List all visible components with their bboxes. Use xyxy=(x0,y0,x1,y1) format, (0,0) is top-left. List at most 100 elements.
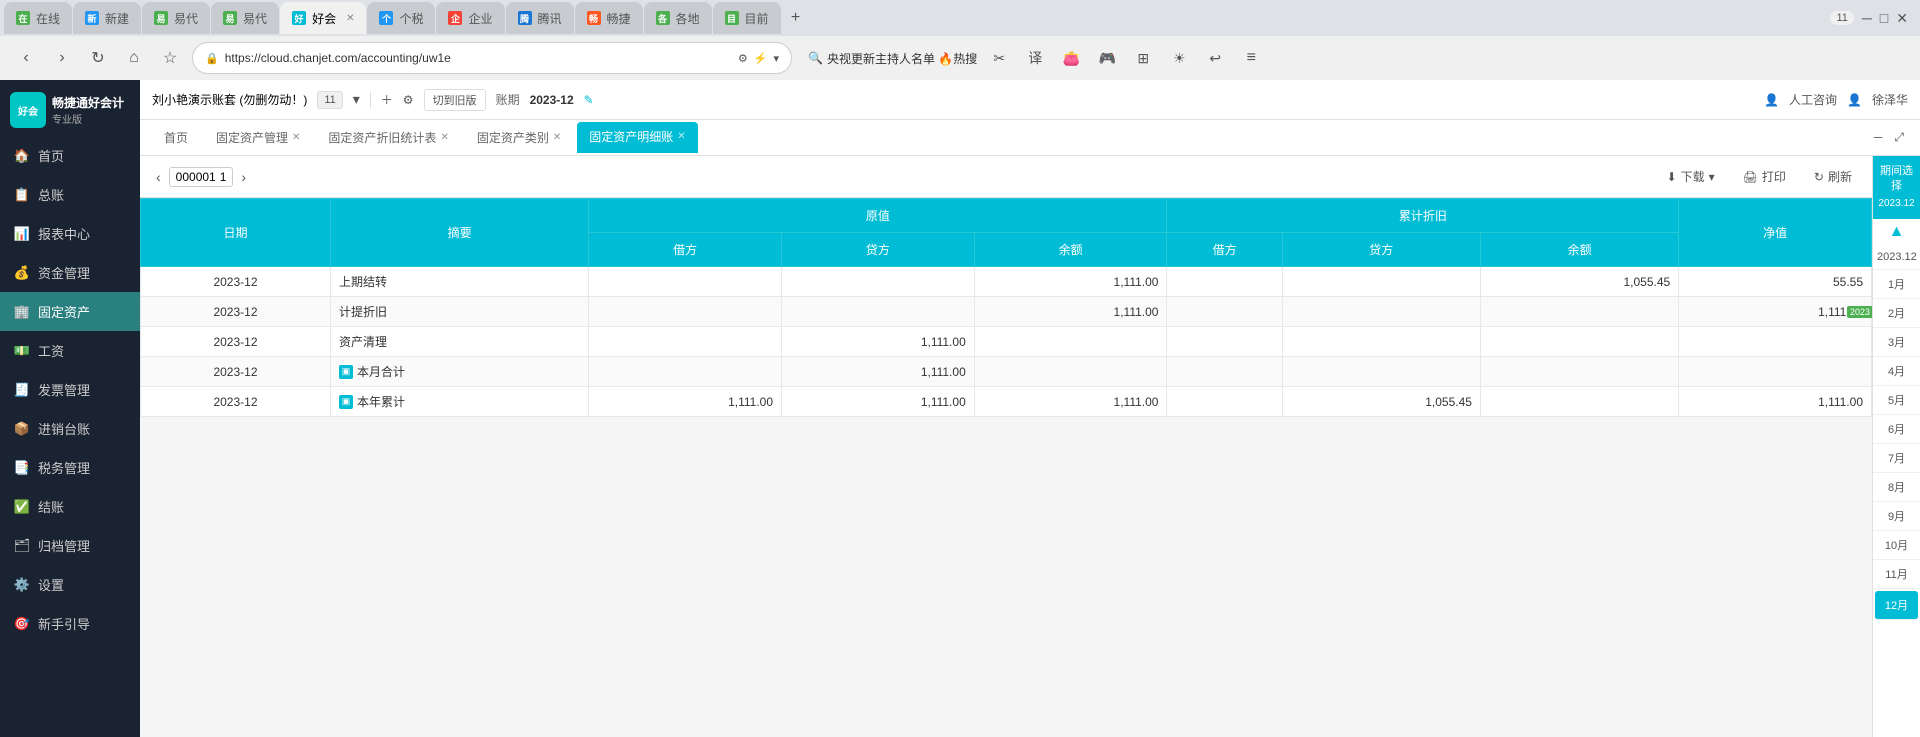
row1-dep-credit xyxy=(1282,297,1480,327)
sidebar-item-invoice[interactable]: 🧾 发票管理 xyxy=(0,370,140,409)
forward-button[interactable]: › xyxy=(48,44,76,72)
scissors-icon[interactable]: ✂ xyxy=(985,44,1013,72)
page-tab-fixed-cat-close[interactable]: ✕ xyxy=(553,132,561,143)
period-item-2[interactable]: 2月 xyxy=(1873,299,1920,328)
th-dep-debit: 借方 xyxy=(1167,233,1282,267)
print-button[interactable]: 🖨 打印 xyxy=(1735,164,1794,189)
sidebar-item-settings[interactable]: ⚙️ 设置 xyxy=(0,565,140,604)
period-up-button[interactable]: ▲ xyxy=(1873,219,1920,245)
page-tab-home[interactable]: 首页 xyxy=(152,123,200,152)
sidebar-item-inventory[interactable]: 📦 进销台账 xyxy=(0,409,140,448)
browser-tab-3[interactable]: 易 易代 xyxy=(142,2,210,34)
invoice-icon: 🧾 xyxy=(14,382,30,398)
undo-icon[interactable]: ↩ xyxy=(1201,44,1229,72)
back-button[interactable]: ‹ xyxy=(12,44,40,72)
browser-tab-8[interactable]: 腾 腾讯 xyxy=(506,2,574,34)
menu-icon[interactable]: ≡ xyxy=(1237,44,1265,72)
brightness-icon[interactable]: ☀ xyxy=(1165,44,1193,72)
browser-tab-4[interactable]: 易 易代 xyxy=(211,2,279,34)
page-tab-fixed-dep-stat-close[interactable]: ✕ xyxy=(440,132,448,143)
settings-gear-icon[interactable]: ⚙ xyxy=(403,93,414,107)
refresh-button[interactable]: ↻ xyxy=(84,44,112,72)
browser-tab-7[interactable]: 企 企业 xyxy=(436,2,504,34)
period-item-9[interactable]: 9月 xyxy=(1873,502,1920,531)
sidebar-item-fixed[interactable]: 🏢 固定资产 xyxy=(0,292,140,331)
browser-tab-9[interactable]: 畅 畅捷 xyxy=(575,2,643,34)
page-tab-home-label: 首页 xyxy=(164,129,188,146)
period-item-12[interactable]: 12月 xyxy=(1875,591,1918,620)
sidebar-item-guide[interactable]: 🎯 新手引导 xyxy=(0,604,140,643)
period-item-5[interactable]: 5月 xyxy=(1873,386,1920,415)
sidebar-item-funds[interactable]: 💰 资金管理 xyxy=(0,253,140,292)
period-item-11[interactable]: 11月 xyxy=(1873,560,1920,589)
switch-version-button[interactable]: 切到旧版 xyxy=(424,89,486,111)
period-item-8[interactable]: 8月 xyxy=(1873,473,1920,502)
prev-asset-button[interactable]: ‹ xyxy=(152,167,165,187)
period-item-6[interactable]: 6月 xyxy=(1873,415,1920,444)
next-asset-button[interactable]: › xyxy=(237,167,250,187)
sidebar-item-salary[interactable]: 💵 工资 xyxy=(0,331,140,370)
sidebar-label-tax: 税务管理 xyxy=(38,458,90,477)
minimize-window-icon[interactable]: ─ xyxy=(1870,126,1887,149)
sidebar-item-archive[interactable]: 🗂 归档管理 xyxy=(0,526,140,565)
period-panel-header[interactable]: 期间选择 2023.12 xyxy=(1873,156,1920,219)
browser-tab-11[interactable]: 目 目前 xyxy=(713,2,781,34)
search-box[interactable]: 🔍 央视更新主持人名单 🔥热搜 xyxy=(808,50,977,67)
period-label: 账期 xyxy=(496,91,520,108)
logo-subtitle: 专业版 xyxy=(52,111,124,126)
address-box[interactable]: 🔒 https://cloud.chanjet.com/accounting/u… xyxy=(192,42,792,74)
page-tab-fixed-dep-stat[interactable]: 固定资产折旧统计表 ✕ xyxy=(316,123,460,152)
new-tab-button[interactable]: + xyxy=(782,4,810,32)
wallet-icon[interactable]: 👛 xyxy=(1057,44,1085,72)
browser-maximize-icon[interactable]: □ xyxy=(1880,10,1888,26)
bookmark-button[interactable]: ☆ xyxy=(156,44,184,72)
browser-minimize-icon[interactable]: ─ xyxy=(1862,10,1872,26)
table-row: 2023-12 资产清理 1,111.00 xyxy=(141,327,1872,357)
add-account-icon[interactable]: ＋ xyxy=(381,91,393,108)
th-net-value: 净值 xyxy=(1679,199,1872,267)
account-dropdown-icon[interactable]: ▾ xyxy=(353,91,360,108)
period-item-10[interactable]: 10月 xyxy=(1873,531,1920,560)
content-main: ‹ 000001 1 › ⬇ 下载 ▾ xyxy=(140,156,1872,737)
page-tab-fixed-cat[interactable]: 固定资产类别 ✕ xyxy=(465,123,573,152)
browser-tab-5[interactable]: 好 好会 ✕ xyxy=(280,2,366,34)
tab7-favicon: 企 xyxy=(448,11,462,25)
sidebar-item-reports[interactable]: 📊 报表中心 xyxy=(0,214,140,253)
grid-icon[interactable]: ⊞ xyxy=(1129,44,1157,72)
game-icon[interactable]: 🎮 xyxy=(1093,44,1121,72)
period-item-1[interactable]: 1月 xyxy=(1873,270,1920,299)
browser-tab-2[interactable]: 新 新建 xyxy=(73,2,141,34)
row1-dep-balance xyxy=(1480,297,1678,327)
sidebar-item-home[interactable]: 🏠 首页 xyxy=(0,136,140,175)
account-badge[interactable]: 11 xyxy=(317,91,342,109)
sidebar-item-closing[interactable]: ✅ 结账 xyxy=(0,487,140,526)
expand-window-icon[interactable]: ⤢ xyxy=(1890,126,1908,149)
user-avatar-icon[interactable]: 👤 xyxy=(1847,93,1862,107)
download-button[interactable]: ⬇ 下载 ▾ xyxy=(1659,164,1723,189)
period-item-4[interactable]: 4月 xyxy=(1873,357,1920,386)
support-icon[interactable]: 👤 xyxy=(1764,93,1779,107)
page-tab-fixed-detail-close[interactable]: ✕ xyxy=(677,131,685,142)
settings-icon: ⚙️ xyxy=(14,577,30,593)
home-button[interactable]: ⌂ xyxy=(120,44,148,72)
top-bar: 刘小艳演示账套 (勿删勿动！) 11 ▾ ＋ ⚙ 切到旧版 账期 2023-12… xyxy=(140,80,1920,120)
refresh-button[interactable]: ↻ 刷新 xyxy=(1806,164,1860,189)
sidebar-item-tax[interactable]: 📑 税务管理 xyxy=(0,448,140,487)
browser-close-icon[interactable]: ✕ xyxy=(1896,10,1908,27)
browser-tab-10[interactable]: 各 各地 xyxy=(644,2,712,34)
period-item-year[interactable]: 2023.12 xyxy=(1873,245,1920,270)
page-tab-fixed-mgmt-close[interactable]: ✕ xyxy=(292,132,300,143)
period-item-7[interactable]: 7月 xyxy=(1873,444,1920,473)
th-dep-balance: 余额 xyxy=(1480,233,1678,267)
page-tab-fixed-mgmt[interactable]: 固定资产管理 ✕ xyxy=(204,123,312,152)
tab5-close-icon[interactable]: ✕ xyxy=(346,13,354,24)
edit-period-icon[interactable]: ✎ xyxy=(584,93,594,107)
sidebar-item-ledger[interactable]: 📋 总账 xyxy=(0,175,140,214)
translate-icon[interactable]: 译 xyxy=(1021,44,1049,72)
app-layout: 好会 畅捷通好会计 专业版 🏠 首页 📋 总账 📊 报表中心 💰 资金管理 xyxy=(0,80,1920,737)
period-item-3[interactable]: 3月 xyxy=(1873,328,1920,357)
browser-tab-6[interactable]: 个 个税 xyxy=(367,2,435,34)
browser-tab-1[interactable]: 在 在线 xyxy=(4,2,72,34)
search-icon: 🔍 xyxy=(808,51,823,65)
page-tab-fixed-detail[interactable]: 固定资产明细账 ✕ xyxy=(577,122,697,153)
